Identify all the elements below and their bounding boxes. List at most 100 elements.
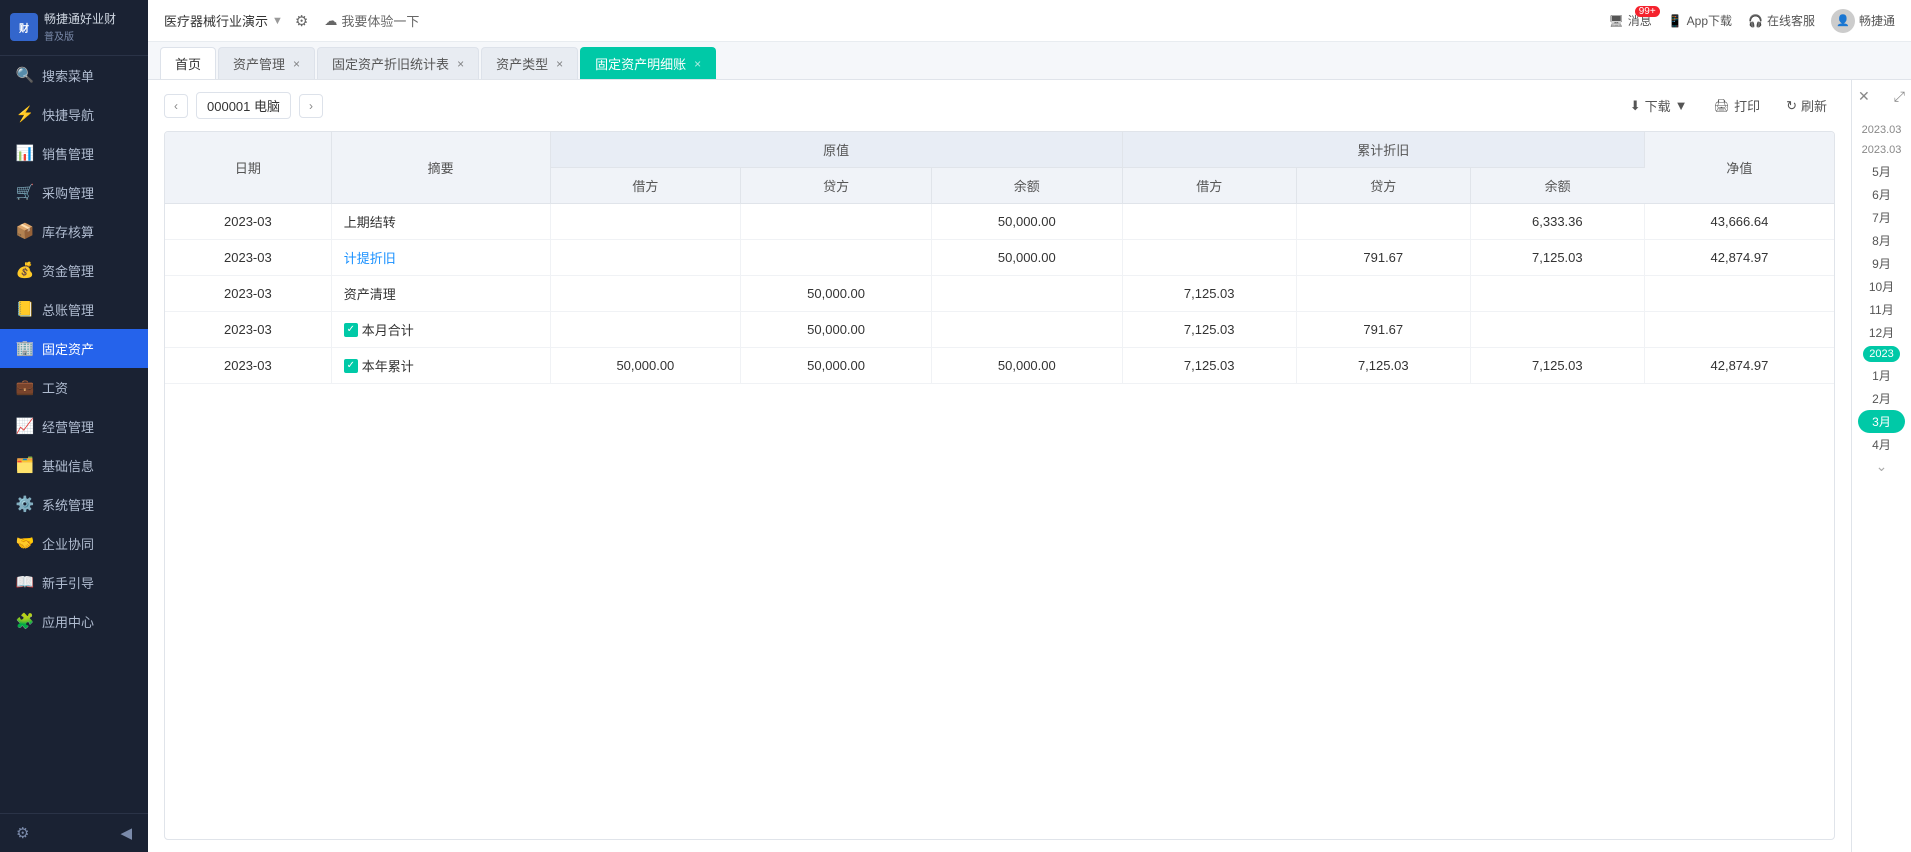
- timeline-month-8[interactable]: 8月: [1852, 229, 1911, 252]
- th-accumulated-depreciation: 累计折旧: [1122, 132, 1644, 168]
- sidebar-bottom: ⚙ ◀: [0, 813, 148, 852]
- user-menu[interactable]: 👤 畅捷通: [1831, 9, 1895, 33]
- cell-date: 2023-03: [165, 240, 331, 276]
- timeline-month-1[interactable]: 1月: [1852, 364, 1911, 387]
- sidebar-nav: 🔍 搜索菜单 ⚡ 快捷导航 📊 销售管理 🛒 采购管理 📦 库存核算 💰 资金管…: [0, 56, 148, 813]
- cell-ad_balance: 7,125.03: [1470, 240, 1644, 276]
- sidebar-item-ledger[interactable]: 📒 总账管理: [0, 290, 148, 329]
- th-ad-credit: 贷方: [1296, 168, 1470, 204]
- tab-home-label: 首页: [175, 54, 201, 73]
- cell-ov_balance: 50,000.00: [931, 204, 1122, 240]
- sidebar-item-fixed-assets[interactable]: 🏢 固定资产: [0, 329, 148, 368]
- topbar: 医疗器械行业演示 ▼ ⚙ ☁ 我要体验一下 🖥 消息 99+ 📱 App下载 🎧…: [148, 0, 1911, 42]
- table-row: 2023-03上期结转50,000.006,333.3643,666.64: [165, 204, 1834, 240]
- cell-ov_credit: 50,000.00: [741, 276, 932, 312]
- timeline-month-7[interactable]: 7月: [1852, 206, 1911, 229]
- timeline-month-9[interactable]: 9月: [1852, 252, 1911, 275]
- sidebar-label-basic-info: 基础信息: [42, 456, 94, 475]
- panel-expand-icon[interactable]: ⤢: [1894, 88, 1905, 105]
- th-ov-balance: 余额: [931, 168, 1122, 204]
- gear-icon[interactable]: ⚙: [295, 12, 308, 30]
- sidebar-item-app-center[interactable]: 🧩 应用中心: [0, 602, 148, 641]
- cell-summary[interactable]: 资产清理: [331, 276, 550, 312]
- next-asset-button[interactable]: ›: [299, 94, 323, 118]
- print-icon: 🖨: [1714, 98, 1731, 114]
- sidebar-item-basic-info[interactable]: 🗂️ 基础信息: [0, 446, 148, 485]
- message-button[interactable]: 🖥 消息 99+: [1608, 12, 1651, 29]
- sidebar-item-salary[interactable]: 💼 工资: [0, 368, 148, 407]
- cell-date: 2023-03: [165, 348, 331, 384]
- sidebar-label-search: 搜索菜单: [42, 66, 94, 85]
- timeline: 2023.03 2023.03 5月 6月 7月 8月 9月 10月 11月 1…: [1852, 120, 1911, 477]
- sidebar-item-enterprise[interactable]: 🤝 企业协同: [0, 524, 148, 563]
- refresh-icon: ↻: [1786, 98, 1797, 114]
- sidebar-label-sales: 销售管理: [42, 144, 94, 163]
- operations-icon: 📈: [16, 417, 34, 435]
- cell-net_value: 42,874.97: [1644, 240, 1834, 276]
- tab-depreciation-label: 固定资产折旧统计表: [332, 54, 449, 73]
- service-button[interactable]: 🎧 在线客服: [1748, 12, 1815, 29]
- timeline-down-icon[interactable]: ⌄: [1876, 458, 1888, 475]
- cell-date: 2023-03: [165, 312, 331, 348]
- message-badge: 99+: [1635, 6, 1660, 17]
- panel-close-icon[interactable]: ✕: [1858, 88, 1870, 105]
- sidebar-item-system[interactable]: ⚙️ 系统管理: [0, 485, 148, 524]
- tab-asset-type[interactable]: 资产类型 ×: [481, 47, 578, 79]
- download-button[interactable]: ⬇ 下载 ▼: [1622, 92, 1696, 119]
- logo-icon: 财: [10, 13, 38, 41]
- table-row: 2023-03✓本月合计50,000.007,125.03791.67: [165, 312, 1834, 348]
- sidebar-item-capital[interactable]: 💰 资金管理: [0, 251, 148, 290]
- cell-ad_credit: 7,125.03: [1296, 348, 1470, 384]
- sidebar-item-quick-nav[interactable]: ⚡ 快捷导航: [0, 95, 148, 134]
- tab-fixed-asset-detail[interactable]: 固定资产明细账 ×: [580, 47, 716, 79]
- cell-summary[interactable]: 计提折旧: [331, 240, 550, 276]
- tab-home[interactable]: 首页: [160, 47, 216, 79]
- tab-depreciation-stats[interactable]: 固定资产折旧统计表 ×: [317, 47, 479, 79]
- tab-fixed-asset-detail-close[interactable]: ×: [694, 57, 701, 71]
- asset-nav-row: ‹ 000001 电脑 › ⬇ 下载 ▼ 🖨 打印 ↻ 刷新: [164, 92, 1835, 119]
- main-area: 医疗器械行业演示 ▼ ⚙ ☁ 我要体验一下 🖥 消息 99+ 📱 App下载 🎧…: [148, 0, 1911, 852]
- phone-icon: 📱: [1668, 14, 1683, 28]
- data-table-wrap: 日期 摘要 原值 累计折旧 净值 借方 贷方 余额 借方 贷方 余额: [164, 131, 1835, 840]
- timeline-month-10[interactable]: 10月: [1852, 275, 1911, 298]
- refresh-button[interactable]: ↻ 刷新: [1778, 92, 1835, 119]
- prev-asset-button[interactable]: ‹: [164, 94, 188, 118]
- print-button[interactable]: 🖨 打印: [1706, 92, 1769, 119]
- sidebar-label-app-center: 应用中心: [42, 612, 94, 631]
- cell-net_value: [1644, 312, 1834, 348]
- cell-ov_credit: [741, 240, 932, 276]
- sidebar-item-inventory[interactable]: 📦 库存核算: [0, 212, 148, 251]
- cell-ov_balance: [931, 312, 1122, 348]
- cell-summary[interactable]: 上期结转: [331, 204, 550, 240]
- timeline-month-2[interactable]: 2月: [1852, 387, 1911, 410]
- tab-asset-mgmt[interactable]: 资产管理 ×: [218, 47, 315, 79]
- th-summary: 摘要: [331, 132, 550, 204]
- timeline-month-11[interactable]: 11月: [1852, 298, 1911, 321]
- sidebar-item-search[interactable]: 🔍 搜索菜单: [0, 56, 148, 95]
- cell-ad_credit: 791.67: [1296, 240, 1470, 276]
- timeline-month-12[interactable]: 12月: [1852, 321, 1911, 344]
- tab-depreciation-close[interactable]: ×: [457, 57, 464, 71]
- timeline-month-5[interactable]: 5月: [1852, 160, 1911, 183]
- tab-asset-type-close[interactable]: ×: [556, 57, 563, 71]
- sidebar-item-guide[interactable]: 📖 新手引导: [0, 563, 148, 602]
- sidebar-item-operations[interactable]: 📈 经营管理: [0, 407, 148, 446]
- collapse-icon[interactable]: ◀: [120, 824, 132, 842]
- timeline-month-3[interactable]: 3月: [1858, 410, 1905, 433]
- timeline-year-badge[interactable]: 2023: [1863, 346, 1899, 362]
- settings-icon[interactable]: ⚙: [16, 824, 29, 842]
- timeline-month-4[interactable]: 4月: [1852, 433, 1911, 456]
- company-selector[interactable]: 医疗器械行业演示 ▼: [164, 11, 283, 30]
- sidebar-item-sales[interactable]: 📊 销售管理: [0, 134, 148, 173]
- app-download-button[interactable]: 📱 App下载: [1668, 12, 1732, 29]
- timeline-month-6[interactable]: 6月: [1852, 183, 1911, 206]
- experience-button[interactable]: ☁ 我要体验一下: [324, 11, 419, 30]
- cell-ad_debit: [1122, 204, 1296, 240]
- cell-ad_credit: 791.67: [1296, 312, 1470, 348]
- tab-asset-mgmt-close[interactable]: ×: [293, 57, 300, 71]
- tab-asset-mgmt-label: 资产管理: [233, 54, 285, 73]
- cell-ov_debit: [550, 276, 741, 312]
- sidebar-item-purchase[interactable]: 🛒 采购管理: [0, 173, 148, 212]
- cell-net_value: [1644, 276, 1834, 312]
- th-ad-debit: 借方: [1122, 168, 1296, 204]
